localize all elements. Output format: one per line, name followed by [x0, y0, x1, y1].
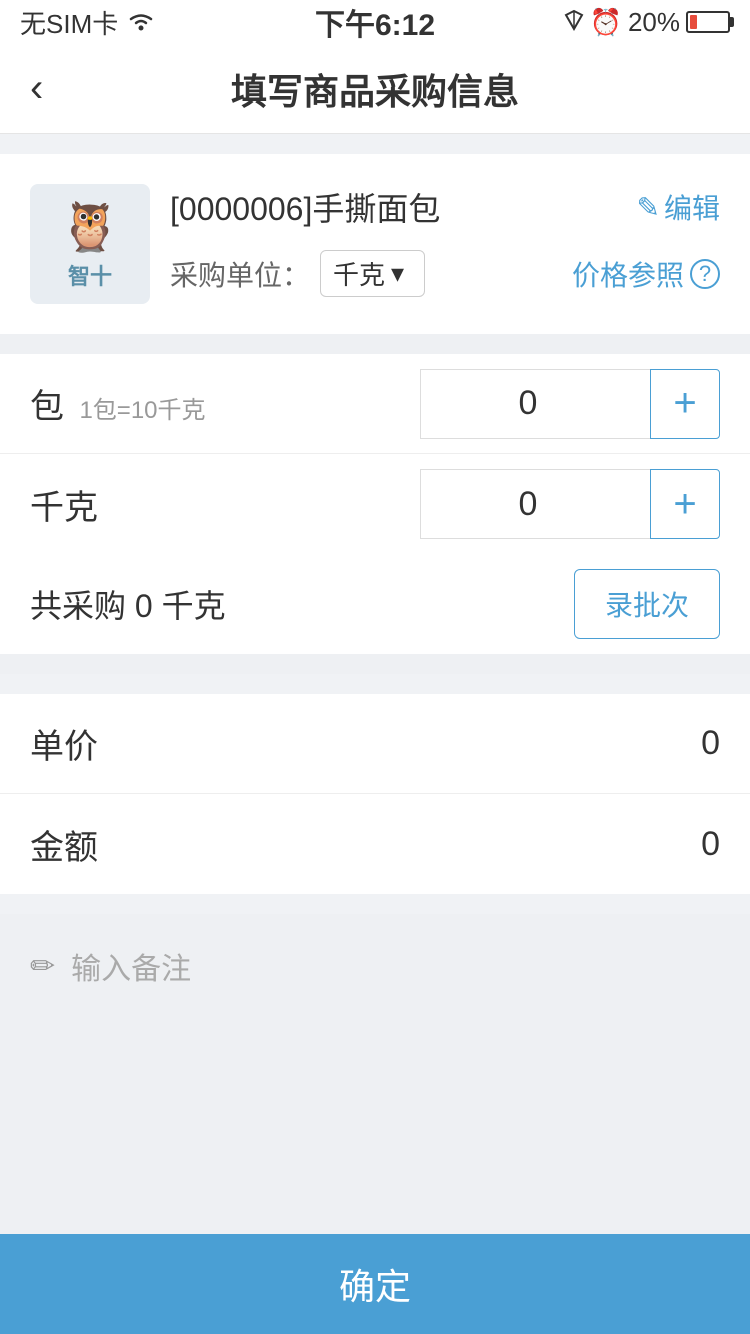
unit-label-text: 采购单位：	[170, 254, 310, 294]
unit-price-row: 单价 0	[0, 694, 750, 794]
status-bar: 无SIM卡 下午6:12 ⏰ 20%	[0, 0, 750, 44]
quantity-section: 包 1包=10千克 + 千克 +	[0, 354, 750, 554]
amount-value: 0	[701, 825, 720, 864]
kg-qty-input[interactable]	[420, 469, 650, 539]
amount-row: 金额 0	[0, 794, 750, 894]
status-bar-left: 无SIM卡	[20, 4, 156, 41]
location-icon	[564, 7, 584, 38]
divider-2	[0, 654, 750, 674]
bao-qty-input[interactable]	[420, 369, 650, 439]
product-info: [0000006]手撕面包 ✎ 编辑 采购单位： 千克 ▾ 价格参照 ?	[170, 184, 720, 297]
summary-row: 共采购 0 千克 录批次	[0, 554, 750, 654]
edit-icon: ✎	[637, 191, 660, 224]
kg-label-text: 千克	[30, 489, 98, 527]
unit-label: 采购单位： 千克 ▾	[170, 250, 425, 297]
product-image: 🦉 智十	[30, 184, 150, 304]
edit-button[interactable]: ✎ 编辑	[637, 187, 720, 227]
alarm-icon: ⏰	[590, 7, 622, 38]
kg-input-row: 千克 +	[0, 454, 750, 554]
dropdown-icon: ▾	[391, 258, 404, 289]
back-button[interactable]: ‹	[30, 66, 43, 111]
battery-percent: 20%	[628, 7, 680, 38]
product-unit-row: 采购单位： 千克 ▾ 价格参照 ?	[170, 250, 720, 297]
carrier-label: 无SIM卡	[20, 4, 118, 41]
confirm-button[interactable]: 确定	[0, 1234, 750, 1334]
battery-icon	[686, 11, 730, 33]
price-ref-label: 价格参照	[572, 254, 684, 294]
kg-label: 千克	[30, 480, 98, 529]
product-name: [0000006]手撕面包	[170, 184, 440, 230]
confirm-label: 确定	[339, 1258, 411, 1310]
product-header: [0000006]手撕面包 ✎ 编辑	[170, 184, 720, 230]
product-logo-icon: 🦉	[60, 198, 120, 255]
unit-price-value: 0	[701, 724, 720, 763]
kg-plus-button[interactable]: +	[650, 469, 720, 539]
edit-label: 编辑	[664, 187, 720, 227]
nav-bar: ‹ 填写商品采购信息	[0, 44, 750, 134]
unit-select[interactable]: 千克 ▾	[320, 250, 425, 297]
bao-sub-label: 1包=10千克	[79, 397, 205, 424]
divider-1	[0, 334, 750, 354]
nav-title: 填写商品采购信息	[231, 63, 519, 115]
kg-qty-control: +	[420, 469, 720, 539]
unit-price-label: 单价	[30, 719, 98, 768]
price-ref-help-icon: ?	[690, 259, 720, 289]
bao-label-text: 包	[30, 388, 64, 426]
bao-qty-control: +	[420, 369, 720, 439]
status-bar-time: 下午6:12	[315, 0, 435, 44]
bao-label: 包 1包=10千克	[30, 379, 206, 428]
amount-label: 金额	[30, 820, 98, 869]
product-card: 🦉 智十 [0000006]手撕面包 ✎ 编辑 采购单位： 千克 ▾ 价格参照 …	[0, 154, 750, 334]
bao-input-row: 包 1包=10千克 +	[0, 354, 750, 454]
price-section: 单价 0 金额 0	[0, 694, 750, 894]
price-ref-link[interactable]: 价格参照 ?	[572, 254, 720, 294]
note-placeholder: 输入备注	[71, 944, 191, 988]
note-section[interactable]: ✏ 输入备注	[0, 914, 750, 1018]
wifi-icon	[126, 7, 156, 38]
brand-label: 智十	[68, 259, 112, 291]
pencil-icon: ✏	[30, 949, 55, 984]
unit-value: 千克	[333, 255, 385, 292]
status-bar-right: ⏰ 20%	[564, 7, 730, 38]
summary-text: 共采购 0 千克	[30, 581, 226, 627]
record-batch-button[interactable]: 录批次	[574, 569, 720, 639]
bao-plus-button[interactable]: +	[650, 369, 720, 439]
